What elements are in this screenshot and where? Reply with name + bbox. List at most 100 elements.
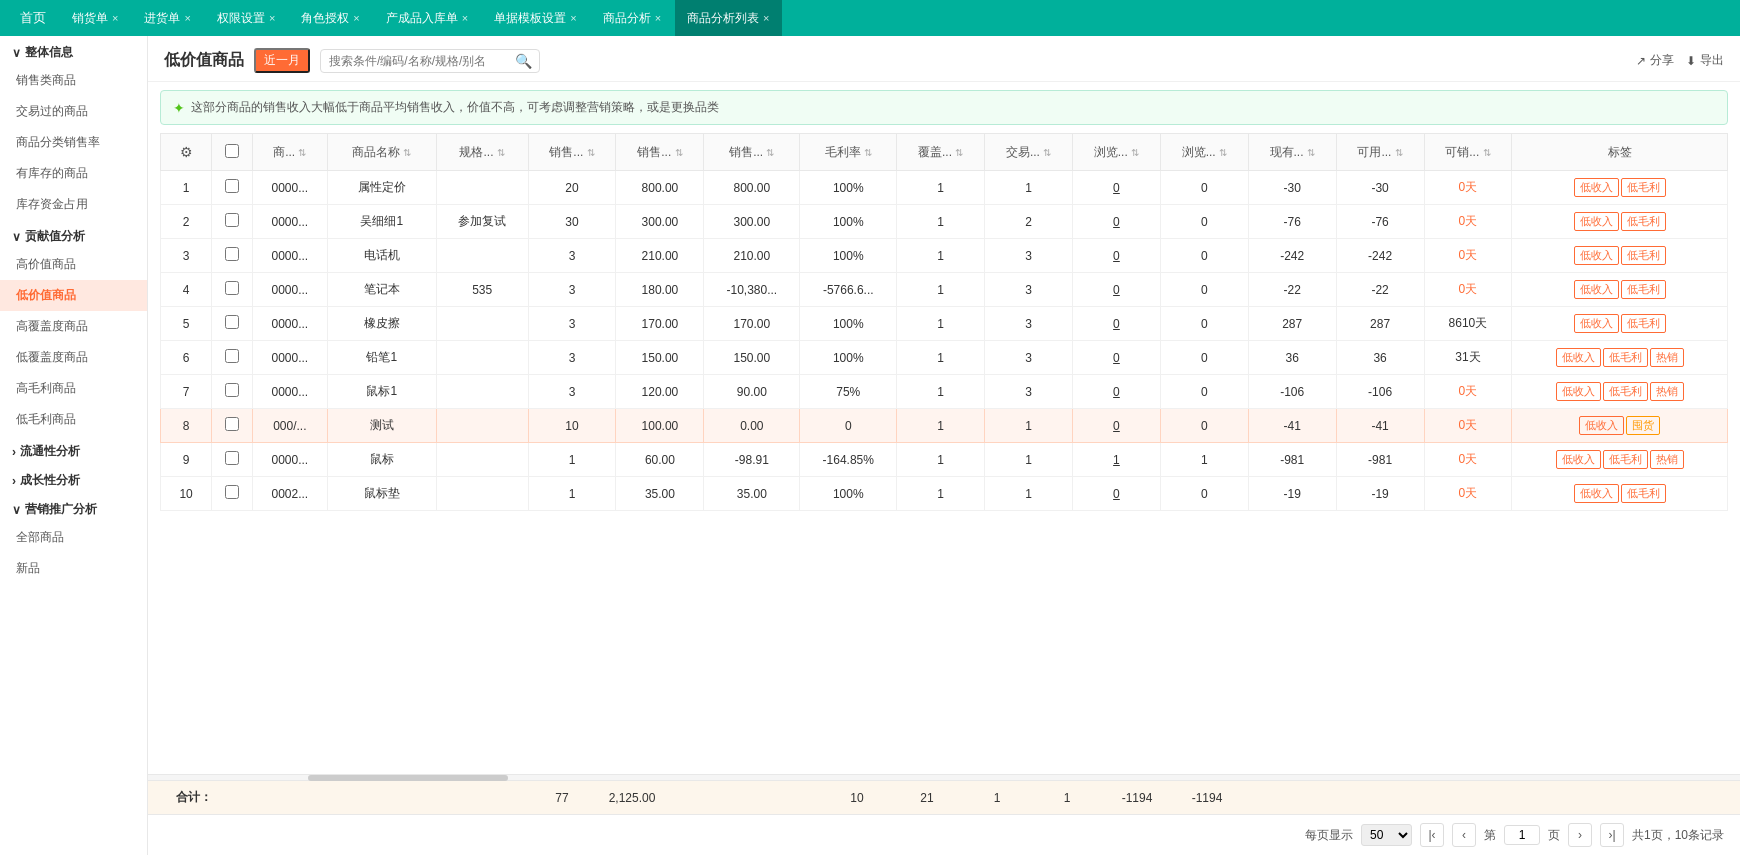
check-all-checkbox[interactable] [225, 144, 239, 158]
sidebar-item-high-profit[interactable]: 高毛利商品 [0, 373, 147, 404]
cell-cover: 1 [897, 375, 985, 409]
col-checkall[interactable] [212, 134, 253, 171]
close-icon[interactable]: × [353, 12, 359, 24]
cell-check[interactable] [212, 205, 253, 239]
sidebar-item-category-rate[interactable]: 商品分类销售率 [0, 127, 147, 158]
cell-check[interactable] [212, 239, 253, 273]
sidebar-item-traded[interactable]: 交易过的商品 [0, 96, 147, 127]
sidebar-group-contribution[interactable]: ∨ 贡献值分析 [0, 220, 147, 249]
row-checkbox[interactable] [225, 349, 239, 363]
cell-check[interactable] [212, 307, 253, 341]
sidebar-item-sales-products[interactable]: 销售类商品 [0, 65, 147, 96]
close-icon[interactable]: × [184, 12, 190, 24]
nav-purchase[interactable]: 进货单× [132, 0, 202, 36]
horizontal-scrollbar[interactable] [148, 774, 1740, 780]
browse1-link[interactable]: 0 [1113, 181, 1120, 195]
nav-roles[interactable]: 角色授权× [289, 0, 371, 36]
page-size-select[interactable]: 50 100 200 [1361, 824, 1412, 846]
nav-product-analysis[interactable]: 商品分析× [591, 0, 673, 36]
cell-check[interactable] [212, 273, 253, 307]
browse1-link[interactable]: 0 [1113, 249, 1120, 263]
cell-check[interactable] [212, 375, 253, 409]
sort-icon[interactable]: ⇅ [587, 147, 595, 158]
cell-check[interactable] [212, 477, 253, 511]
col-gear[interactable]: ⚙ [161, 134, 212, 171]
sidebar-group-growth[interactable]: › 成长性分析 [0, 464, 147, 493]
sort-icon[interactable]: ⇅ [1043, 147, 1051, 158]
sort-icon[interactable]: ⇅ [1219, 147, 1227, 158]
sidebar-item-all-products[interactable]: 全部商品 [0, 522, 147, 553]
export-button[interactable]: ⬇ 导出 [1686, 52, 1724, 69]
sort-icon[interactable]: ⇅ [675, 147, 683, 158]
sort-icon[interactable]: ⇅ [1307, 147, 1315, 158]
first-page-button[interactable]: |‹ [1420, 823, 1444, 847]
sort-icon[interactable]: ⇅ [766, 147, 774, 158]
share-button[interactable]: ↗ 分享 [1636, 52, 1674, 69]
sidebar-item-stock-capital[interactable]: 库存资金占用 [0, 189, 147, 220]
sort-icon[interactable]: ⇅ [497, 147, 505, 158]
nav-sales[interactable]: 销货单× [60, 0, 130, 36]
browse1-link[interactable]: 0 [1113, 487, 1120, 501]
row-checkbox[interactable] [225, 315, 239, 329]
sidebar-group-marketing[interactable]: ∨ 营销推广分析 [0, 493, 147, 522]
browse1-link[interactable]: 0 [1113, 385, 1120, 399]
nav-home[interactable]: 首页 [8, 0, 58, 36]
sort-icon[interactable]: ⇅ [955, 147, 963, 158]
row-checkbox[interactable] [225, 383, 239, 397]
sidebar-item-high-coverage[interactable]: 高覆盖度商品 [0, 311, 147, 342]
sort-icon[interactable]: ⇅ [864, 147, 872, 158]
cell-cover: 1 [897, 443, 985, 477]
close-icon[interactable]: × [112, 12, 118, 24]
sidebar-item-low-coverage[interactable]: 低覆盖度商品 [0, 342, 147, 373]
sidebar-group-circulation[interactable]: › 流通性分析 [0, 435, 147, 464]
sort-icon[interactable]: ⇅ [1395, 147, 1403, 158]
scrollbar-thumb[interactable] [308, 775, 508, 781]
nav-products-in[interactable]: 产成品入库单× [374, 0, 480, 36]
close-icon[interactable]: × [655, 12, 661, 24]
browse1-link[interactable]: 1 [1113, 453, 1120, 467]
nav-template-settings[interactable]: 单据模板设置× [482, 0, 588, 36]
nav-product-analysis-list[interactable]: 商品分析列表× [675, 0, 781, 36]
sidebar-item-has-stock[interactable]: 有库存的商品 [0, 158, 147, 189]
sidebar-item-low-value[interactable]: 低价值商品 [0, 280, 147, 311]
next-page-button[interactable]: › [1568, 823, 1592, 847]
period-button[interactable]: 近一月 [254, 48, 310, 73]
sidebar-item-high-value[interactable]: 高价值商品 [0, 249, 147, 280]
search-input[interactable] [320, 49, 540, 73]
sidebar-group-overall[interactable]: ∨ 整体信息 [0, 36, 147, 65]
footer-browse2: 1 [1032, 791, 1102, 805]
gear-button[interactable]: ⚙ [176, 142, 197, 162]
row-checkbox[interactable] [225, 451, 239, 465]
close-icon[interactable]: × [570, 12, 576, 24]
row-checkbox[interactable] [225, 179, 239, 193]
sidebar-item-low-profit[interactable]: 低毛利商品 [0, 404, 147, 435]
browse1-link[interactable]: 0 [1113, 419, 1120, 433]
cell-check[interactable] [212, 171, 253, 205]
browse1-link[interactable]: 0 [1113, 215, 1120, 229]
row-checkbox[interactable] [225, 213, 239, 227]
last-page-button[interactable]: ›| [1600, 823, 1624, 847]
close-icon[interactable]: × [763, 12, 769, 24]
cell-check[interactable] [212, 341, 253, 375]
row-checkbox[interactable] [225, 417, 239, 431]
tag-label: 热销 [1650, 348, 1684, 367]
sort-icon[interactable]: ⇅ [1483, 147, 1491, 158]
row-checkbox[interactable] [225, 485, 239, 499]
sidebar-item-new-products[interactable]: 新品 [0, 553, 147, 584]
search-icon[interactable]: 🔍 [515, 53, 532, 69]
page-number-input[interactable] [1504, 825, 1540, 845]
cell-check[interactable] [212, 409, 253, 443]
browse1-link[interactable]: 0 [1113, 317, 1120, 331]
row-checkbox[interactable] [225, 247, 239, 261]
close-icon[interactable]: × [269, 12, 275, 24]
prev-page-button[interactable]: ‹ [1452, 823, 1476, 847]
sort-icon[interactable]: ⇅ [403, 147, 411, 158]
browse1-link[interactable]: 0 [1113, 283, 1120, 297]
cell-check[interactable] [212, 443, 253, 477]
nav-permissions[interactable]: 权限设置× [205, 0, 287, 36]
browse1-link[interactable]: 0 [1113, 351, 1120, 365]
close-icon[interactable]: × [462, 12, 468, 24]
sort-icon[interactable]: ⇅ [298, 147, 306, 158]
row-checkbox[interactable] [225, 281, 239, 295]
sort-icon[interactable]: ⇅ [1131, 147, 1139, 158]
